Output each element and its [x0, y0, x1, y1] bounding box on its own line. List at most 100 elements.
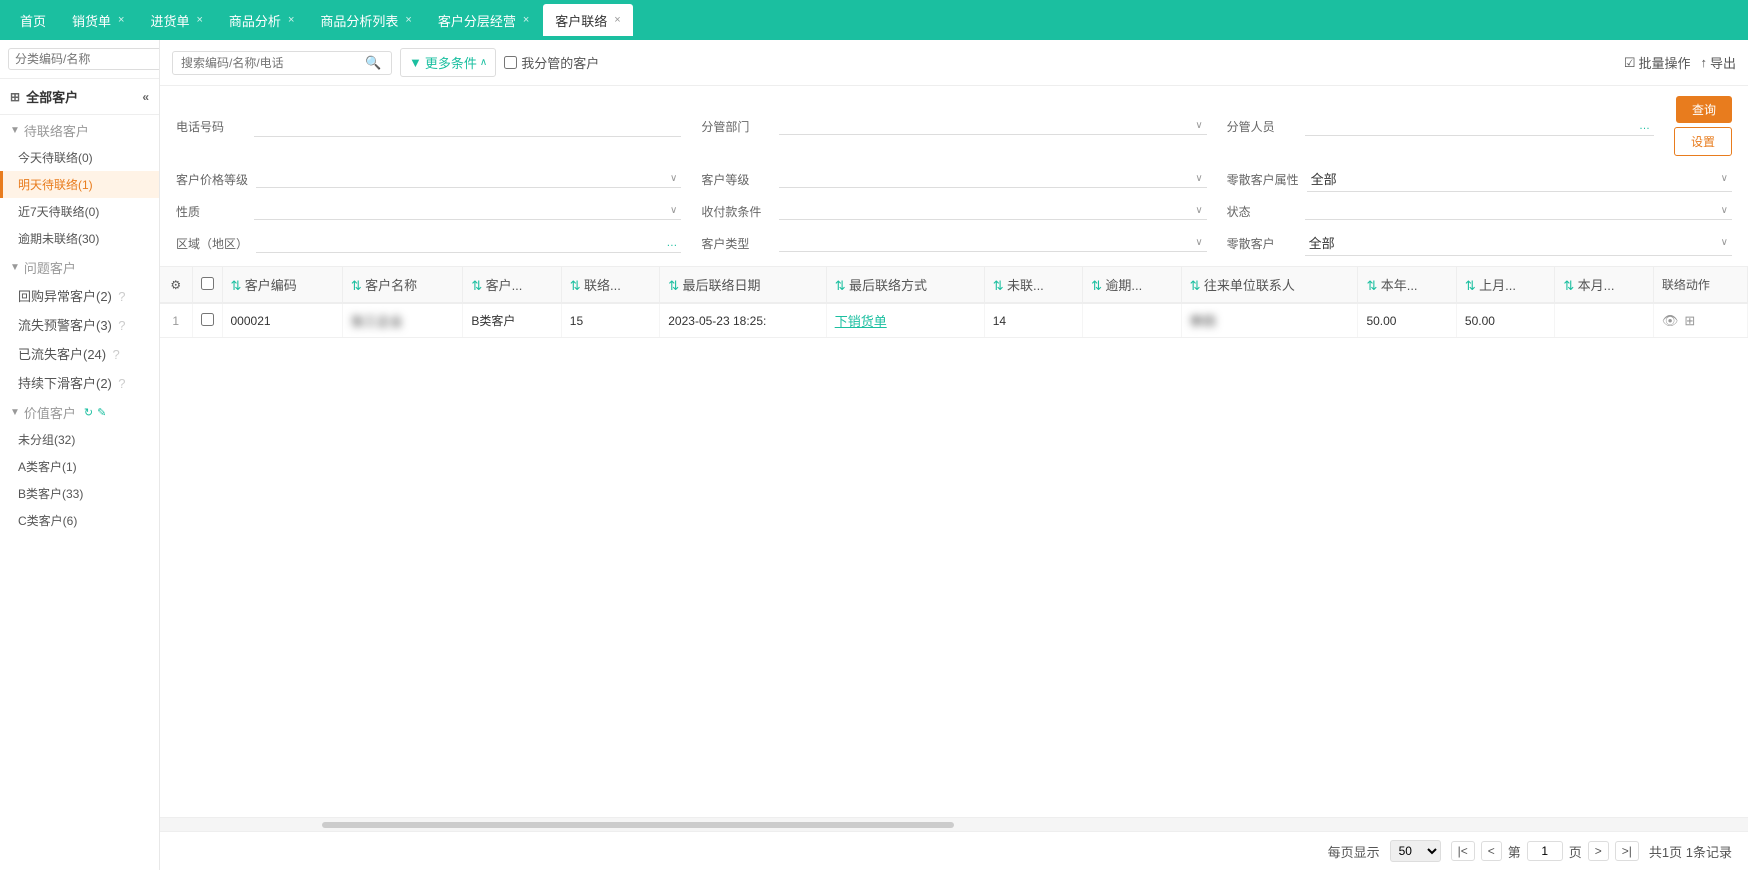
status-select[interactable]: ∨	[1305, 202, 1732, 220]
scroll-thumb[interactable]	[322, 822, 954, 828]
more-icon[interactable]: …	[666, 237, 677, 249]
batch-operation-btn[interactable]: ☑ 批量操作	[1624, 53, 1691, 72]
prev-page-btn[interactable]: <	[1481, 841, 1502, 861]
top-nav: 首页 销货单 × 进货单 × 商品分析 × 商品分析列表 × 客户分层经营 × …	[0, 0, 1748, 40]
dept-select[interactable]: ∨	[779, 117, 1206, 135]
col-this-year: ⇅ 本年...	[1358, 267, 1456, 303]
search-box: 🔍	[172, 51, 392, 75]
my-customers-check[interactable]	[504, 56, 517, 69]
payment-label: 收付款条件	[701, 203, 771, 220]
close-icon[interactable]: ×	[405, 14, 411, 26]
export-icon: ↑	[1700, 55, 1707, 70]
close-icon[interactable]: ×	[523, 14, 529, 26]
nav-tab-customersegment[interactable]: 客户分层经营 ×	[426, 4, 541, 36]
nature-select[interactable]: ∨	[254, 202, 681, 220]
sidebar-item-today[interactable]: 今天待联络(0)	[0, 144, 159, 171]
more-icon[interactable]: …	[1639, 120, 1650, 132]
filter-grade-row: 客户等级 ∨	[701, 166, 1206, 192]
grade-select[interactable]: ∨	[779, 170, 1206, 188]
last-method-link[interactable]: 下销货单	[835, 314, 887, 329]
sort-icon[interactable]: ⇅	[668, 278, 679, 293]
sort-icon[interactable]: ⇅	[1465, 278, 1476, 293]
retail-select[interactable]: 全部 ∨	[1305, 230, 1732, 256]
payment-select[interactable]: ∨	[779, 202, 1206, 220]
main-layout: 🔍 ⊞ 全部客户 « ▼ 待联络客户 今天待联络(0) 明天待联络(1) 近7天…	[0, 40, 1748, 870]
first-page-btn[interactable]: |<	[1451, 841, 1475, 861]
nav-tab-productlist[interactable]: 商品分析列表 ×	[308, 4, 423, 36]
sidebar-group-problem[interactable]: ▼ 问题客户	[0, 252, 159, 281]
retail-attr-select[interactable]: 全部 ∨	[1307, 166, 1732, 192]
toolbar-right: ☑ 批量操作 ↑ 导出	[1624, 53, 1736, 72]
close-icon[interactable]: ×	[118, 14, 124, 26]
type-select[interactable]: ∨	[779, 234, 1206, 252]
cell-last-month: 50.00	[1456, 303, 1554, 338]
filter-panel: 电话号码 分管部门 ∨ 分管人员 … 查询 设置	[160, 86, 1748, 267]
nav-tab-purchaseorder[interactable]: 进货单 ×	[138, 4, 214, 36]
search-input[interactable]	[181, 56, 361, 70]
sidebar-item-overdue[interactable]: 逾期未联络(30)	[0, 225, 159, 252]
sort-icon[interactable]: ⇅	[1366, 278, 1377, 293]
nav-tab-customercontact[interactable]: 客户联络 ×	[543, 4, 632, 36]
sidebar-item-7days[interactable]: 近7天待联络(0)	[0, 198, 159, 225]
customer-name-value: 张三企业	[351, 314, 403, 329]
sidebar-item-abnormal[interactable]: 回购异常客户(2) ?	[0, 281, 159, 310]
cell-actions: 👁 ⊞	[1653, 303, 1747, 338]
chevron-down-icon: ∨	[1195, 205, 1202, 216]
my-customers-checkbox[interactable]: 我分管的客户	[504, 53, 599, 72]
horizontal-scrollbar[interactable]	[160, 817, 1748, 831]
checkbox-col-header[interactable]	[192, 267, 222, 303]
qr-icon[interactable]: ⊞	[1684, 313, 1695, 329]
row-checkbox[interactable]	[201, 313, 214, 326]
sidebar-item-churned[interactable]: 已流失客户(24) ?	[0, 339, 159, 368]
sort-icon[interactable]: ⇅	[1563, 278, 1574, 293]
sidebar-group-value[interactable]: ▼ 价值客户 ↻ ✎	[0, 397, 159, 426]
close-icon[interactable]: ×	[288, 14, 294, 26]
col-overdue: ⇅ 逾期...	[1083, 267, 1181, 303]
sidebar-item-churn-warning[interactable]: 流失预警客户(3) ?	[0, 310, 159, 339]
select-all-checkbox[interactable]	[201, 277, 214, 290]
sort-icon[interactable]: ⇅	[231, 278, 242, 293]
close-icon[interactable]: ×	[196, 14, 202, 26]
sidebar-item-a-class[interactable]: A类客户(1)	[0, 453, 159, 480]
per-page-select[interactable]: 50 100 200	[1390, 840, 1441, 862]
sidebar-item-declining[interactable]: 持续下滑客户(2) ?	[0, 368, 159, 397]
person-select[interactable]: …	[1305, 117, 1654, 136]
settings-col-header[interactable]: ⚙	[160, 267, 192, 303]
collapse-icon[interactable]: «	[142, 90, 149, 104]
sidebar-group-pending[interactable]: ▼ 待联络客户	[0, 115, 159, 144]
reset-button[interactable]: 设置	[1674, 127, 1732, 156]
export-btn[interactable]: ↑ 导出	[1700, 53, 1736, 72]
last-page-btn[interactable]: >|	[1615, 841, 1639, 861]
query-button[interactable]: 查询	[1676, 96, 1732, 123]
refresh-icon[interactable]: ↻	[84, 406, 93, 419]
eye-icon[interactable]: 👁	[1662, 313, 1679, 329]
dept-label: 分管部门	[701, 118, 771, 135]
edit-icon[interactable]: ✎	[97, 406, 106, 419]
sort-icon[interactable]: ⇅	[471, 278, 482, 293]
sort-icon[interactable]: ⇅	[993, 278, 1004, 293]
price-select[interactable]: ∨	[256, 170, 681, 188]
sort-icon[interactable]: ⇅	[570, 278, 581, 293]
sidebar-all-customers[interactable]: ⊞ 全部客户 «	[0, 79, 159, 115]
close-icon[interactable]: ×	[614, 14, 620, 26]
phone-input[interactable]	[254, 116, 681, 137]
sort-icon[interactable]: ⇅	[835, 278, 846, 293]
nav-tab-productanalysis[interactable]: 商品分析 ×	[217, 4, 306, 36]
sidebar-item-tomorrow[interactable]: 明天待联络(1)	[0, 171, 159, 198]
sidebar-item-b-class[interactable]: B类客户(33)	[0, 480, 159, 507]
sort-icon[interactable]: ⇅	[351, 278, 362, 293]
region-select[interactable]: …	[256, 234, 681, 253]
filter-dept-row: 分管部门 ∨	[701, 96, 1206, 156]
sidebar-item-c-class[interactable]: C类客户(6)	[0, 507, 159, 534]
sort-icon[interactable]: ⇅	[1190, 278, 1201, 293]
nav-tab-salesorder[interactable]: 销货单 ×	[60, 4, 136, 36]
sidebar-search-input[interactable]	[8, 48, 160, 70]
search-icon[interactable]: 🔍	[365, 55, 381, 71]
sort-icon[interactable]: ⇅	[1091, 278, 1102, 293]
next-page-btn[interactable]: >	[1588, 841, 1609, 861]
sidebar-item-ungrouped[interactable]: 未分组(32)	[0, 426, 159, 453]
type-label: 客户类型	[701, 235, 771, 252]
page-number-input[interactable]	[1527, 841, 1563, 861]
nav-home[interactable]: 首页	[8, 7, 58, 34]
more-conditions-btn[interactable]: ▼ 更多条件 ∧	[400, 48, 496, 77]
